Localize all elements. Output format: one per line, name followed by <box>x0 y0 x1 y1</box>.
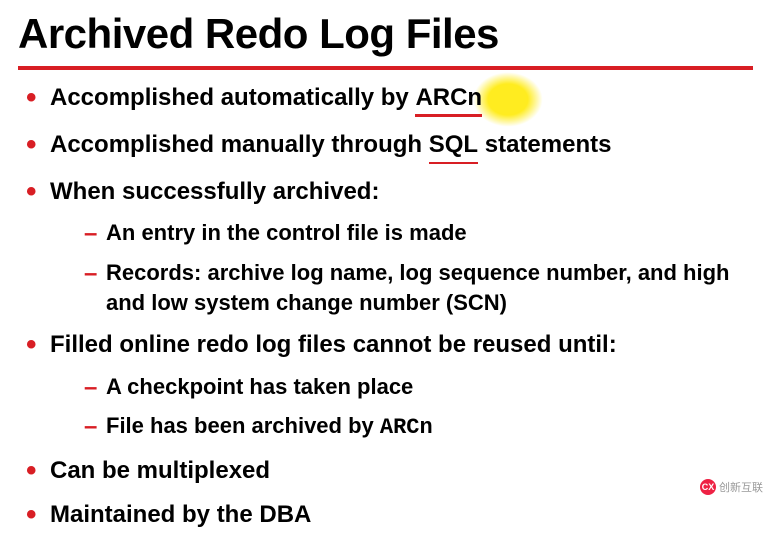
list-item: File has been archived by ARCn <box>84 411 753 443</box>
main-bullet-list: Accomplished automatically by ARCn Accom… <box>18 82 753 532</box>
text-fragment: Accomplished manually through <box>50 131 429 158</box>
mono-term-arcn: ARCn <box>380 415 433 440</box>
watermark: CX 创新互联 <box>700 479 763 495</box>
sub-bullet-list: A checkpoint has taken place File has be… <box>50 372 753 443</box>
text-fragment: Filled online redo log files cannot be r… <box>50 331 617 358</box>
watermark-logo-icon: CX <box>700 479 716 495</box>
page-title: Archived Redo Log Files <box>18 10 753 58</box>
list-item: Accomplished manually through SQL statem… <box>26 129 753 163</box>
list-item: A checkpoint has taken place <box>84 372 753 402</box>
list-item: Records: archive log name, log sequence … <box>84 258 753 317</box>
watermark-text: 创新互联 <box>719 479 763 495</box>
text-fragment: statements <box>478 131 611 158</box>
emphasized-term-arcn: ARCn <box>415 82 482 117</box>
list-item: When successfully archived: An entry in … <box>26 176 753 317</box>
list-item: Accomplished automatically by ARCn <box>26 82 753 117</box>
list-item: Filled online redo log files cannot be r… <box>26 329 753 443</box>
text-fragment: When successfully archived: <box>50 178 379 205</box>
text-fragment: File has been archived by <box>106 413 380 438</box>
list-item: An entry in the control file is made <box>84 218 753 248</box>
text-fragment: Accomplished automatically by <box>50 84 415 111</box>
title-rule <box>18 66 753 70</box>
sub-bullet-list: An entry in the control file is made Rec… <box>50 218 753 317</box>
emphasized-term-sql: SQL <box>429 129 478 163</box>
list-item: Maintained by the DBA <box>26 499 753 531</box>
list-item: Can be multiplexed <box>26 455 753 487</box>
